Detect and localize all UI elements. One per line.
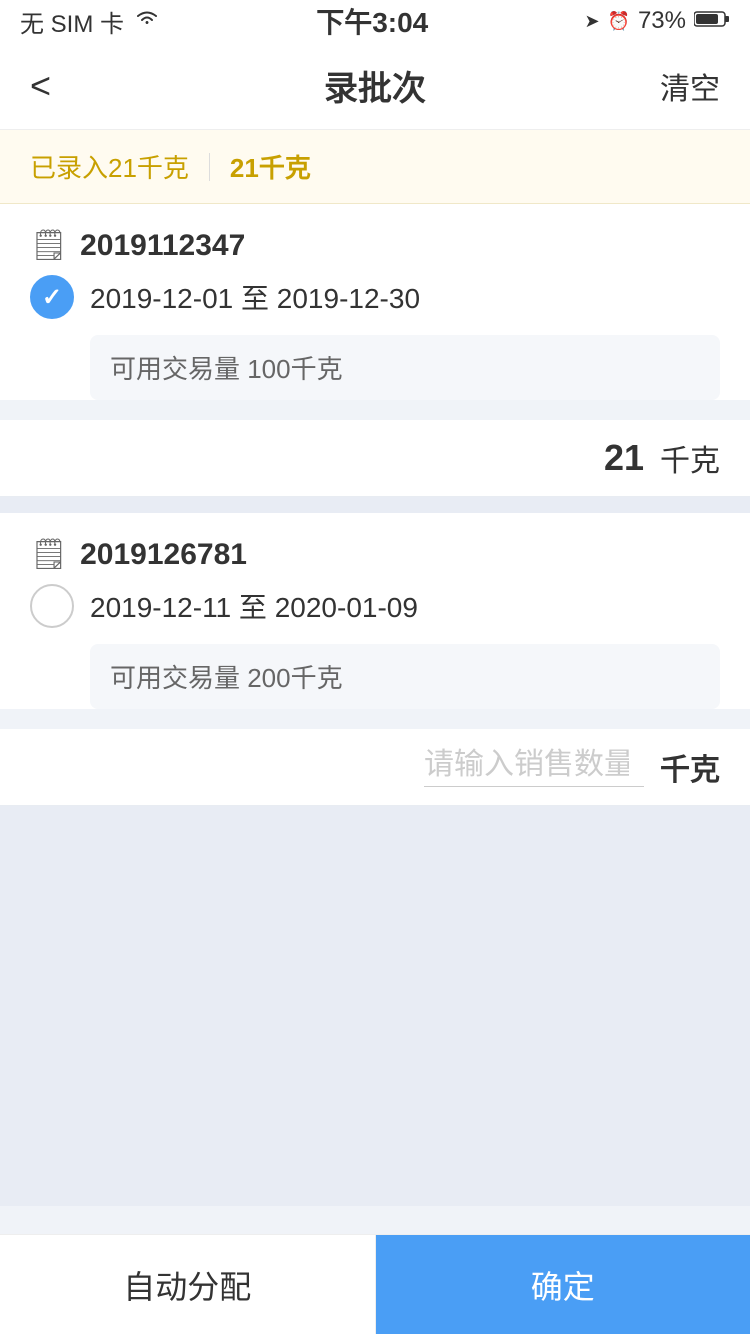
auto-distribute-button[interactable]: 自动分配	[0, 1235, 376, 1334]
batch-1-icon: 🗒	[30, 228, 68, 263]
batch-2-date-row: 2019-12-11 至 2020-01-09	[30, 584, 720, 628]
nav-bar: < 录批次 清空	[0, 42, 750, 130]
summary-divider	[209, 153, 210, 181]
batch-2-header: 🗒 2019126781	[30, 537, 720, 572]
summary-value: 21千克	[230, 148, 311, 185]
batch-2-input-row: 千克	[0, 729, 750, 806]
status-left: 无 SIM 卡	[20, 4, 160, 39]
status-time: 下午3:04	[316, 1, 428, 41]
batch-1-date-row: 2019-12-01 至 2019-12-30	[30, 275, 720, 319]
footer: 自动分配 确定	[0, 1234, 750, 1334]
back-button[interactable]: <	[30, 65, 90, 107]
batch-1-quantity-row: 21 千克	[0, 420, 750, 497]
batch-2-unit: 千克	[660, 745, 720, 789]
batch-1-quantity-value: 21	[604, 437, 644, 479]
batch-card-2: 🗒 2019126781 2019-12-11 至 2020-01-09 可用交…	[0, 513, 750, 709]
alarm-icon: ⏰	[608, 11, 630, 32]
status-bar: 无 SIM 卡 下午3:04 ➤ ⏰ 73%	[0, 0, 750, 42]
battery-label: 73%	[638, 7, 686, 35]
batch-card-1: 🗒 2019112347 2019-12-01 至 2019-12-30 可用交…	[0, 204, 750, 400]
batch-2-date: 2019-12-11 至 2020-01-09	[90, 586, 418, 626]
clear-button[interactable]: 清空	[660, 64, 720, 108]
batch-1-radio[interactable]	[30, 275, 74, 319]
empty-area	[0, 806, 750, 1206]
batch-1-header: 🗒 2019112347	[30, 228, 720, 263]
location-icon: ➤	[584, 11, 599, 32]
batch-1-id: 2019112347	[80, 229, 245, 263]
batch-2-availability: 可用交易量 200千克	[90, 644, 720, 709]
batch-2-quantity-input[interactable]	[424, 748, 644, 787]
batch-2-id: 2019126781	[80, 538, 247, 572]
page-title: 录批次	[324, 61, 426, 110]
summary-label: 已录入21千克	[30, 148, 189, 185]
batch-2-icon: 🗒	[30, 537, 68, 572]
content-area: 已录入21千克 21千克 🗒 2019112347 2019-12-01 至 2…	[0, 130, 750, 1306]
status-right: ➤ ⏰ 73%	[584, 7, 730, 35]
summary-bar: 已录入21千克 21千克	[0, 130, 750, 204]
confirm-button[interactable]: 确定	[376, 1235, 750, 1334]
section-separator	[0, 497, 750, 513]
batch-1-date: 2019-12-01 至 2019-12-30	[90, 277, 420, 317]
no-sim-label: 无 SIM 卡	[20, 4, 124, 39]
wifi-icon	[134, 7, 160, 35]
batch-2-radio[interactable]	[30, 584, 74, 628]
batch-1-quantity-unit: 千克	[660, 436, 720, 480]
battery-icon	[694, 7, 730, 35]
batch-1-availability: 可用交易量 100千克	[90, 335, 720, 400]
